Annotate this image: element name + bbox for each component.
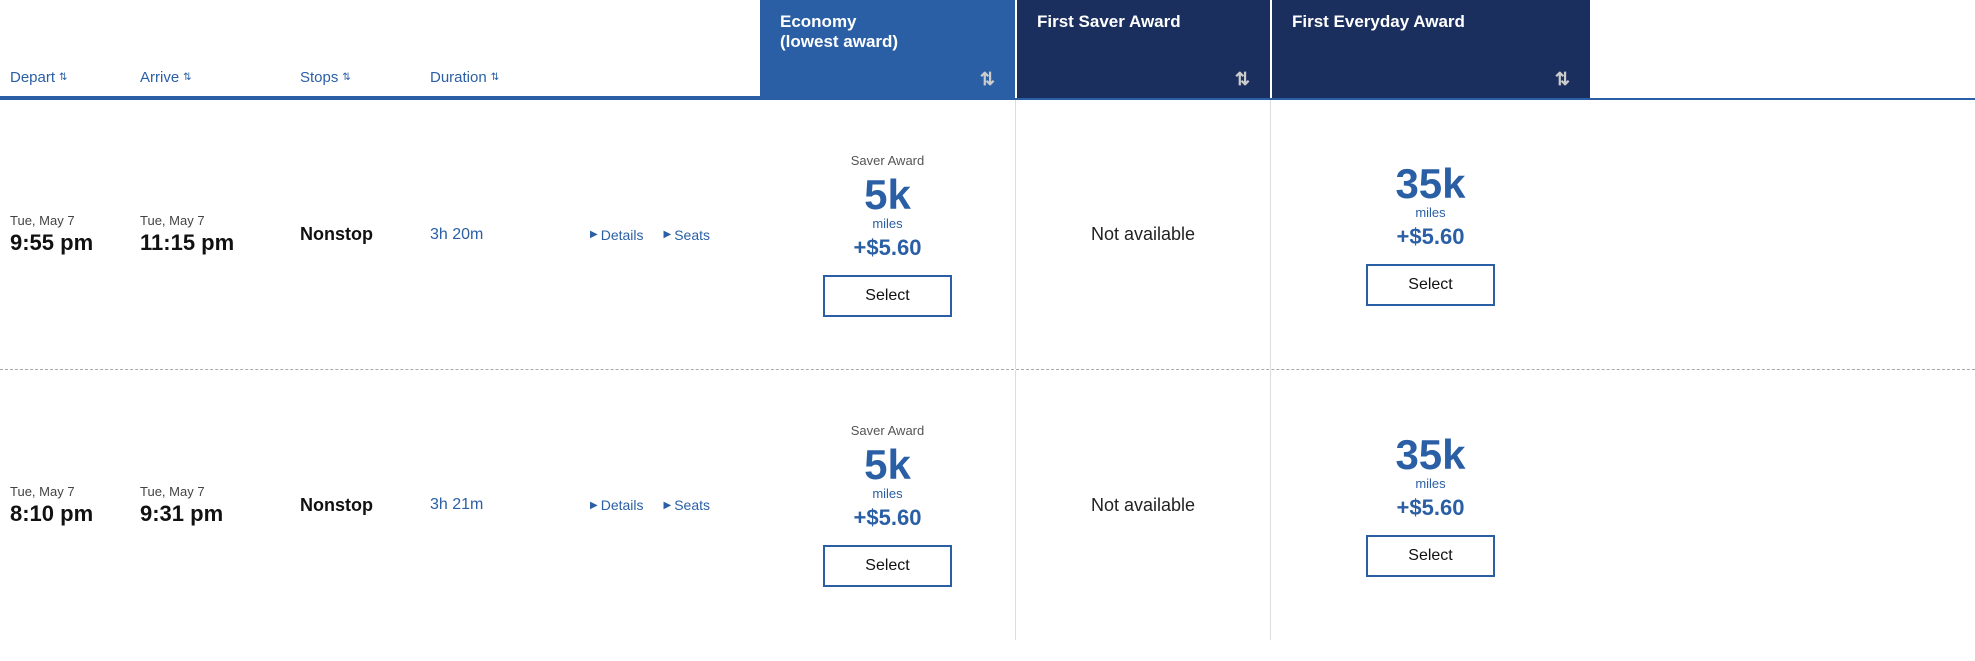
- depart-date-2: Tue, May 7: [10, 484, 120, 499]
- first-everyday-cell-1: 35k miles +$5.60 Select: [1270, 100, 1590, 369]
- first-saver-not-available-1: Not available: [1091, 224, 1195, 245]
- depart-sort-icon: ⇅: [59, 73, 67, 83]
- economy-cell-2: Saver Award 5k miles +$5.60 Select: [760, 370, 1015, 640]
- header-stops[interactable]: Stops ⇅: [290, 69, 420, 86]
- first-everyday-miles-1: 35k: [1395, 163, 1465, 205]
- economy-fee-1: +$5.60: [854, 235, 922, 261]
- arrive-date-1: Tue, May 7: [140, 213, 280, 228]
- economy-award-line1: Economy: [780, 12, 898, 32]
- flight-arrive-2: Tue, May 7 9:31 pm: [130, 484, 290, 527]
- economy-sort-arrows[interactable]: ⇅: [980, 69, 995, 98]
- first-saver-cell-2: Not available: [1015, 370, 1270, 640]
- header-duration[interactable]: Duration ⇅: [420, 69, 580, 86]
- header-economy-award: Economy (lowest award) ⇅: [760, 0, 1015, 98]
- flight-depart-2: Tue, May 7 8:10 pm: [0, 484, 130, 527]
- economy-saver-label-1: Saver Award: [851, 153, 924, 168]
- duration-sort-icon: ⇅: [491, 73, 499, 83]
- table-header: Depart ⇅ Arrive ⇅ Stops ⇅ Duration ⇅ Eco…: [0, 0, 1975, 100]
- first-saver-not-available-2: Not available: [1091, 495, 1195, 516]
- flight-arrive-1: Tue, May 7 11:15 pm: [130, 213, 290, 256]
- economy-award-line2: (lowest award): [780, 32, 898, 52]
- arrive-label: Arrive: [140, 69, 179, 86]
- first-everyday-sort-arrows[interactable]: ⇅: [1555, 69, 1570, 98]
- economy-miles-1: 5k: [864, 174, 911, 216]
- flight-duration-2: 3h 21m: [420, 496, 580, 514]
- seats-link-2[interactable]: ▶ Seats: [664, 497, 711, 513]
- header-arrive[interactable]: Arrive ⇅: [130, 69, 290, 86]
- flight-stops-1: Nonstop: [290, 224, 420, 245]
- stops-value-2: Nonstop: [300, 495, 373, 515]
- seats-tri-icon-1: ▶: [664, 229, 672, 240]
- economy-miles-text-1: miles: [872, 216, 902, 231]
- arrive-time-2: 9:31 pm: [140, 501, 280, 527]
- header-first-everyday-award: First Everyday Award ⇅: [1270, 0, 1590, 98]
- duration-value-2: 3h 21m: [430, 496, 483, 513]
- flight-depart-1: Tue, May 7 9:55 pm: [0, 213, 130, 256]
- first-everyday-miles-text-1: miles: [1415, 205, 1445, 220]
- flight-row-2: Tue, May 7 8:10 pm Tue, May 7 9:31 pm No…: [0, 370, 1975, 640]
- first-saver-sort-arrows[interactable]: ⇅: [1235, 69, 1250, 98]
- flight-links-2: ▶ Details ▶ Seats: [580, 497, 760, 513]
- flight-row: Tue, May 7 9:55 pm Tue, May 7 11:15 pm N…: [0, 100, 1975, 370]
- first-everyday-fee-2: +$5.60: [1397, 495, 1465, 521]
- duration-label: Duration: [430, 69, 487, 86]
- seats-tri-icon-2: ▶: [664, 500, 672, 511]
- seats-link-1[interactable]: ▶ Seats: [664, 227, 711, 243]
- flight-stops-2: Nonstop: [290, 495, 420, 516]
- flight-duration-1: 3h 20m: [420, 226, 580, 244]
- arrive-time-1: 11:15 pm: [140, 230, 280, 256]
- economy-cell-1: Saver Award 5k miles +$5.60 Select: [760, 100, 1015, 369]
- arrive-sort-icon: ⇅: [183, 73, 191, 83]
- details-tri-icon-1: ▶: [590, 229, 598, 240]
- seats-label-1: Seats: [674, 227, 710, 243]
- first-everyday-miles-text-2: miles: [1415, 476, 1445, 491]
- seats-label-2: Seats: [674, 497, 710, 513]
- stops-sort-icon: ⇅: [342, 73, 350, 83]
- first-everyday-fee-1: +$5.60: [1397, 224, 1465, 250]
- stops-value-1: Nonstop: [300, 224, 373, 244]
- details-link-1[interactable]: ▶ Details: [590, 227, 644, 243]
- depart-date-1: Tue, May 7: [10, 213, 120, 228]
- details-label-1: Details: [601, 227, 644, 243]
- economy-select-button-2[interactable]: Select: [823, 545, 951, 587]
- flight-results-table: Depart ⇅ Arrive ⇅ Stops ⇅ Duration ⇅ Eco…: [0, 0, 1975, 661]
- header-depart[interactable]: Depart ⇅: [0, 69, 130, 86]
- first-everyday-line1: First Everyday Award: [1292, 12, 1465, 32]
- first-everyday-miles-2: 35k: [1395, 434, 1465, 476]
- duration-value-1: 3h 20m: [430, 226, 483, 243]
- depart-time-2: 8:10 pm: [10, 501, 120, 527]
- depart-label: Depart: [10, 69, 55, 86]
- flight-links-1: ▶ Details ▶ Seats: [580, 227, 760, 243]
- details-label-2: Details: [601, 497, 644, 513]
- economy-miles-text-2: miles: [872, 486, 902, 501]
- economy-fee-2: +$5.60: [854, 505, 922, 531]
- arrive-date-2: Tue, May 7: [140, 484, 280, 499]
- depart-time-1: 9:55 pm: [10, 230, 120, 256]
- details-tri-icon-2: ▶: [590, 500, 598, 511]
- first-everyday-cell-2: 35k miles +$5.60 Select: [1270, 370, 1590, 640]
- first-saver-cell-1: Not available: [1015, 100, 1270, 369]
- economy-miles-2: 5k: [864, 444, 911, 486]
- first-saver-line1: First Saver Award: [1037, 12, 1181, 32]
- header-left-cols: Depart ⇅ Arrive ⇅ Stops ⇅ Duration ⇅: [0, 0, 760, 98]
- economy-saver-label-2: Saver Award: [851, 423, 924, 438]
- stops-label: Stops: [300, 69, 338, 86]
- first-everyday-select-button-1[interactable]: Select: [1366, 264, 1494, 306]
- details-link-2[interactable]: ▶ Details: [590, 497, 644, 513]
- flight-left-1: Tue, May 7 9:55 pm Tue, May 7 11:15 pm N…: [0, 100, 760, 369]
- header-first-saver-award: First Saver Award ⇅: [1015, 0, 1270, 98]
- first-everyday-select-button-2[interactable]: Select: [1366, 535, 1494, 577]
- flight-left-2: Tue, May 7 8:10 pm Tue, May 7 9:31 pm No…: [0, 370, 760, 640]
- economy-select-button-1[interactable]: Select: [823, 275, 951, 317]
